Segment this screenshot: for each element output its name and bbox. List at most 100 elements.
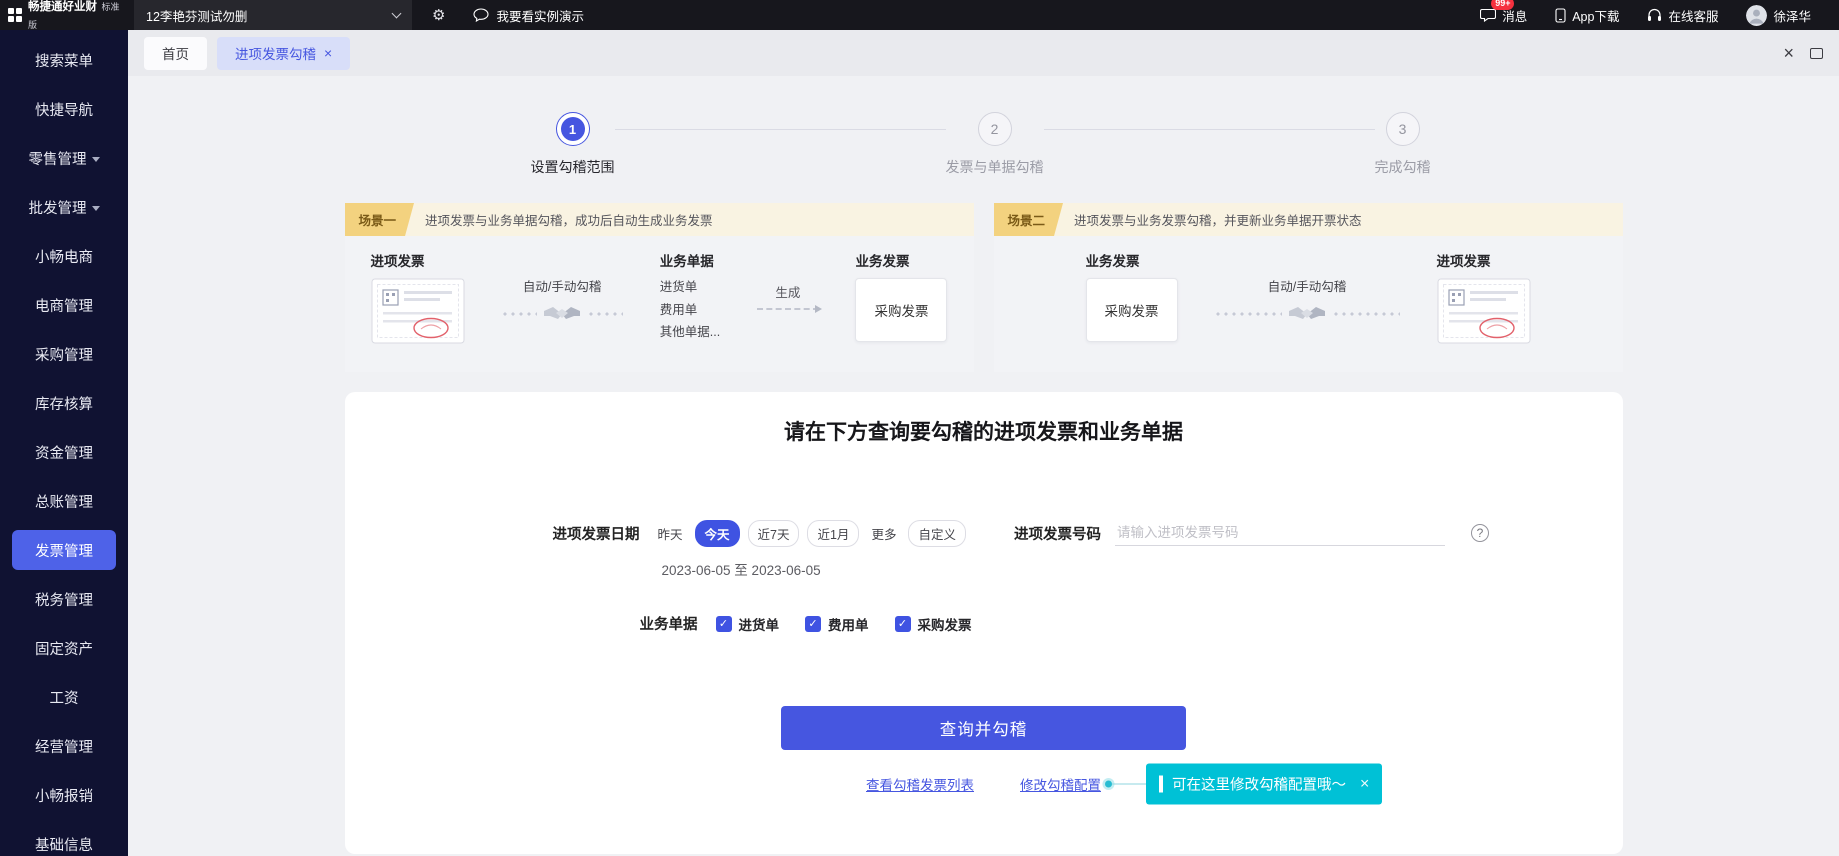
sidebar-item-label: 库存核算: [35, 397, 93, 413]
date-option-today[interactable]: 今天: [694, 520, 740, 547]
sidebar-item-label: 税务管理: [35, 593, 93, 609]
doc-type-checkboxes: ✓ 进货单 ✓ 费用单 ✓ 采购发票: [715, 614, 972, 634]
sidebar-item-payroll[interactable]: 工资: [0, 673, 128, 722]
tab-label: 首页: [162, 47, 189, 62]
sidebar-item-reimbursement[interactable]: 小畅报销: [0, 771, 128, 820]
step-number: 1: [560, 117, 585, 141]
sidebar-item-label: 资金管理: [35, 446, 93, 462]
handshake-icon: [544, 307, 581, 319]
scenario-badge: 场景一: [345, 203, 415, 236]
date-option-last-7-days[interactable]: 近7天: [747, 520, 800, 547]
business-invoice-column: 业务发票 采购发票: [855, 250, 948, 358]
sidebar-item-search-menu[interactable]: 搜索菜单: [0, 36, 128, 85]
date-option-yesterday[interactable]: 昨天: [654, 520, 687, 547]
date-option-more[interactable]: 更多: [867, 520, 900, 547]
company-name: 12李艳芬测试勿删: [146, 9, 248, 24]
logo-grid-icon: [8, 8, 22, 22]
dashed-arrow-icon: [756, 304, 822, 313]
logo-text: 畅捷通好业财 标准版: [28, 0, 128, 33]
messages-button[interactable]: 消息 99+: [1480, 0, 1527, 25]
sidebar-item-purchasing[interactable]: 采购管理: [0, 330, 128, 379]
doc-type-item: 其他单据...: [659, 325, 721, 339]
step-2: 2 发票与单据勾稽: [946, 112, 1044, 177]
sidebar-item-retail[interactable]: 零售管理: [0, 134, 128, 183]
checkbox-checked-icon[interactable]: ✓: [894, 615, 911, 632]
close-icon[interactable]: ×: [324, 46, 332, 60]
online-service-button[interactable]: 在线客服: [1647, 6, 1718, 25]
headset-icon: [1648, 8, 1662, 21]
sidebar-item-basic-info[interactable]: 基础信息: [0, 820, 128, 856]
modify-reconcile-config-link[interactable]: 修改勾稽配置: [1020, 774, 1101, 794]
sidebar-item-operations[interactable]: 经营管理: [0, 722, 128, 771]
doc-type-list: 进货单 费用单 其他单据...: [660, 276, 720, 344]
step-3: 3 完成勾稽: [1375, 112, 1431, 177]
app-title: 畅捷通好业财: [28, 1, 97, 14]
sidebar-item-inventory[interactable]: 库存核算: [0, 379, 128, 428]
query-heading: 请在下方查询要勾稽的进项发票和业务单据: [784, 421, 1183, 444]
triangle-down-icon: [91, 157, 100, 162]
purchase-invoice-box: 采购发票: [1085, 278, 1178, 342]
sidebar-item-tax[interactable]: 税务管理: [0, 575, 128, 624]
sidebar-item-label: 发票管理: [35, 543, 93, 560]
company-selector[interactable]: 12李艳芬测试勿删: [134, 0, 412, 30]
step-connector: [1043, 129, 1375, 130]
handshake-row: [1214, 305, 1400, 323]
scenario-title: 进项发票与业务发票勾稽，并更新业务单据开票状态: [1074, 214, 1362, 228]
online-service-label: 在线客服: [1668, 9, 1719, 24]
help-icon[interactable]: ?: [1470, 524, 1489, 542]
sidebar-item-invoice-management[interactable]: 发票管理: [12, 530, 116, 570]
links-row: 查看勾稽发票列表 修改勾稽配置 可在这里修改勾稽配置哦～ ×: [345, 763, 1623, 805]
checkbox-checked-icon[interactable]: ✓: [715, 615, 732, 632]
gear-icon[interactable]: ⚙: [432, 6, 445, 24]
invoice-stamp-icon: [371, 278, 465, 349]
topbar: 畅捷通好业财 标准版 12李艳芬测试勿删 ⚙ 我要看实例演示 消息 99+ Ap…: [0, 0, 1839, 30]
window-restore-icon[interactable]: [1810, 47, 1823, 59]
step-circle: 3: [1385, 112, 1420, 146]
arrow-label: 生成: [775, 286, 801, 300]
sidebar-item-wholesale[interactable]: 批发管理: [0, 183, 128, 232]
query-card: 请在下方查询要勾稽的进项发票和业务单据 进项发票日期 昨天 今天 近7天 近1月…: [344, 392, 1623, 854]
step-label: 完成勾稽: [1374, 159, 1431, 175]
date-option-last-month[interactable]: 近1月: [807, 520, 860, 547]
app-logo: 畅捷通好业财 标准版: [0, 0, 128, 33]
scenario-header: 场景二 进项发票与业务发票勾稽，并更新业务单据开票状态: [993, 203, 1623, 236]
chevron-down-icon: [391, 8, 402, 18]
tooltip-close-icon[interactable]: ×: [1360, 776, 1369, 792]
sidebar-item-quick-nav[interactable]: 快捷导航: [0, 85, 128, 134]
sidebar-item-label: 基础信息: [35, 838, 93, 854]
invoice-number-label: 进项发票号码: [1013, 526, 1101, 543]
user-menu[interactable]: 徐泽华: [1746, 4, 1811, 26]
query-and-reconcile-button[interactable]: 查询并勾稽: [781, 706, 1186, 750]
scenario-badge: 场景二: [994, 203, 1064, 236]
dotted-line: [501, 312, 538, 316]
sidebar-item-xiaochang-ecommerce[interactable]: 小畅电商: [0, 232, 128, 281]
sidebar-item-funds[interactable]: 资金管理: [0, 428, 128, 477]
sidebar-item-fixed-assets[interactable]: 固定资产: [0, 624, 128, 673]
checkbox-purchase-invoice[interactable]: ✓ 采购发票: [894, 614, 972, 634]
tab-home[interactable]: 首页: [144, 36, 207, 70]
checkbox-checked-icon[interactable]: ✓: [805, 615, 821, 632]
step-circle: 1: [555, 112, 590, 146]
column-title: 进项发票: [1436, 254, 1491, 269]
invoice-stamp-icon: [1437, 278, 1531, 349]
tabbar-actions: ×: [1783, 44, 1823, 62]
modify-config-wrap: 修改勾稽配置 可在这里修改勾稽配置哦～ ×: [1020, 763, 1383, 805]
app-download-button[interactable]: App下载: [1555, 6, 1619, 25]
checkbox-purchase-order[interactable]: ✓ 进货单: [715, 614, 779, 634]
triangle-down-icon: [91, 206, 100, 211]
tab-input-invoice-reconciliation[interactable]: 进项发票勾稽 ×: [217, 36, 351, 70]
tooltip-text: 可在这里修改勾稽配置哦～: [1172, 777, 1346, 794]
date-option-custom[interactable]: 自定义: [908, 520, 966, 547]
step-label: 设置勾稽范围: [530, 159, 615, 175]
demo-link[interactable]: 我要看实例演示: [473, 6, 584, 25]
demo-link-label: 我要看实例演示: [496, 9, 584, 24]
invoice-number-input[interactable]: [1114, 520, 1445, 546]
sidebar: 搜索菜单 快捷导航 零售管理 批发管理 小畅电商 电商管理 采购管理 库存核算 …: [0, 30, 128, 856]
dotted-line: [1332, 312, 1400, 316]
sidebar-item-general-ledger[interactable]: 总账管理: [0, 477, 128, 526]
close-all-icon[interactable]: ×: [1783, 44, 1794, 62]
sidebar-item-ecommerce[interactable]: 电商管理: [0, 281, 128, 330]
handshake-row: [501, 305, 624, 323]
checkbox-expense-order[interactable]: ✓ 费用单: [805, 614, 869, 634]
view-reconciled-invoices-link[interactable]: 查看勾稽发票列表: [866, 774, 974, 794]
